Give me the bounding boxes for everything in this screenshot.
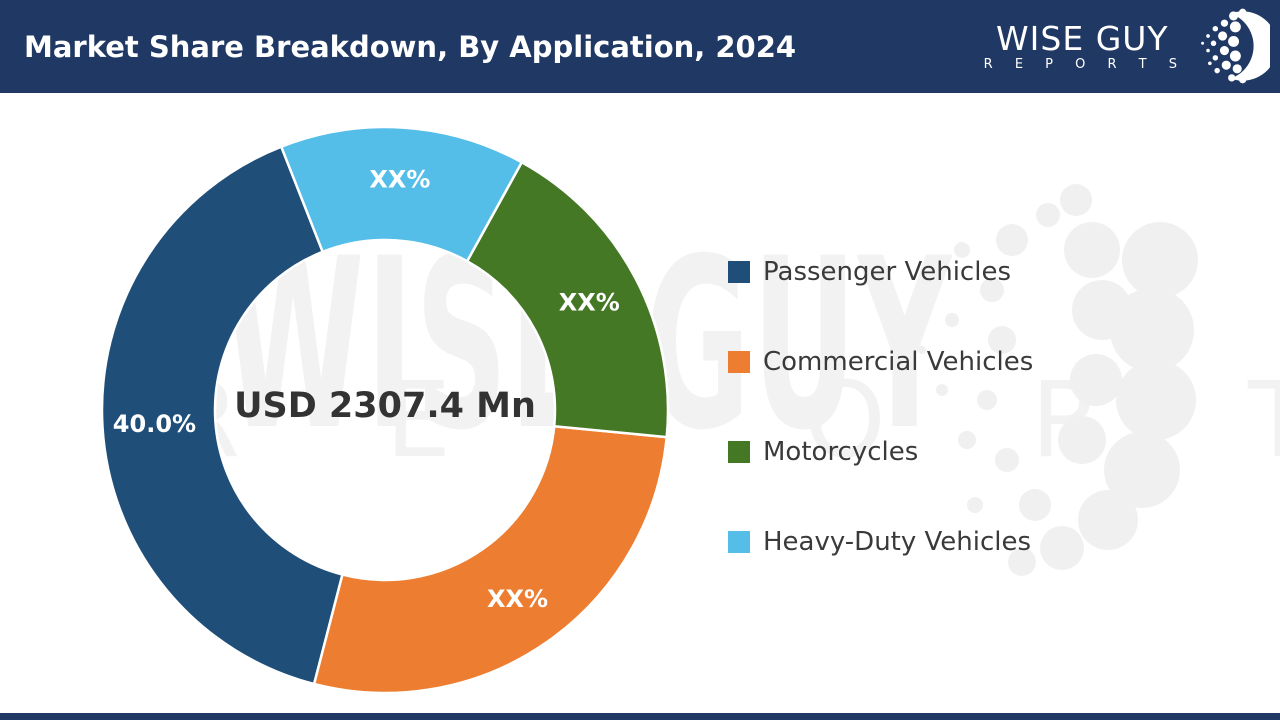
- logo-wiseguy-label: WISE GUY: [996, 19, 1169, 59]
- legend-item-heavy-duty-vehicles: Heavy-Duty Vehicles: [728, 525, 1033, 559]
- wiseguy-logo: WISE GUY R E P O R T S: [979, 4, 1270, 88]
- legend-label: Commercial Vehicles: [763, 347, 1034, 377]
- legend-swatch: [728, 531, 750, 553]
- legend-label: Passenger Vehicles: [763, 257, 1011, 287]
- donut-slice-commercial-vehicles: [312, 424, 669, 695]
- legend-swatch: [728, 261, 750, 283]
- legend-item-commercial-vehicles: Commercial Vehicles: [728, 345, 1033, 379]
- donut-center-value: USD 2307.4 Mn: [234, 386, 536, 426]
- slice-percentage-label: XX%: [559, 288, 620, 316]
- legend-item-passenger-vehicles: Passenger Vehicles: [728, 255, 1033, 289]
- bottom-bar: [0, 713, 1280, 720]
- legend-item-motorcycles: Motorcycles: [728, 435, 1033, 469]
- logo-reports-label: R E P O R T S: [983, 56, 1186, 72]
- legend-label: Heavy-Duty Vehicles: [763, 527, 1032, 557]
- logo-face-icon: [1188, 8, 1270, 84]
- slice-percentage-label: XX%: [369, 165, 430, 193]
- page-title: Market Share Breakdown, By Application, …: [24, 29, 797, 64]
- chart-legend: Passenger Vehicles Commercial Vehicles Mot…: [728, 255, 1033, 615]
- donut-chart: 40.0% XX% XX% XX%: [100, 125, 670, 695]
- slice-percentage-label: 40.0%: [113, 410, 196, 438]
- legend-swatch: [728, 351, 750, 373]
- slice-percentage-label: XX%: [487, 585, 548, 613]
- legend-swatch: [728, 441, 750, 463]
- legend-label: Motorcycles: [763, 437, 919, 467]
- wiseguy-logo-text: WISE GUY R E P O R T S: [979, 19, 1186, 72]
